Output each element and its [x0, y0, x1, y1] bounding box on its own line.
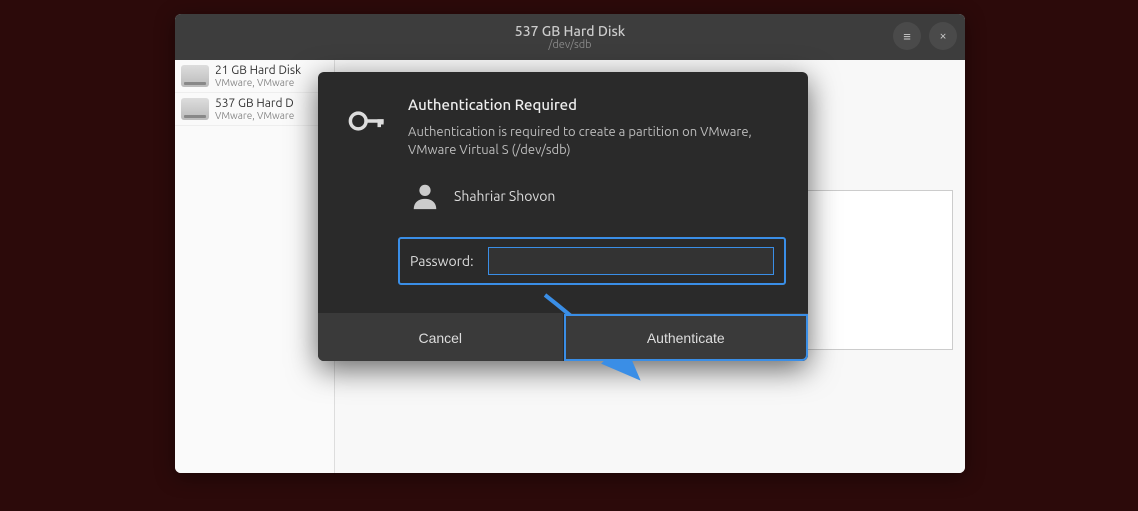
- close-icon: ×: [939, 29, 946, 43]
- dialog-title: Authentication Required: [408, 96, 780, 113]
- close-button[interactable]: ×: [929, 22, 957, 50]
- menu-button[interactable]: ≡: [893, 22, 921, 50]
- avatar-icon: [410, 181, 440, 211]
- key-icon: [346, 96, 388, 285]
- titlebar-actions: ≡ ×: [893, 22, 957, 50]
- dialog-content: Authentication Required Authentication i…: [408, 96, 780, 285]
- disk-text: 21 GB Hard Disk VMware, VMware: [215, 64, 301, 88]
- disk-list-item[interactable]: 21 GB Hard Disk VMware, VMware: [175, 60, 334, 93]
- disk-sidebar: 21 GB Hard Disk VMware, VMware 537 GB Ha…: [175, 60, 335, 473]
- disk-icon: [181, 65, 209, 87]
- password-input[interactable]: [488, 247, 774, 275]
- user-row: Shahriar Shovon: [408, 181, 780, 211]
- disk-subtitle: VMware, VMware: [215, 77, 301, 88]
- disk-subtitle: VMware, VMware: [215, 110, 294, 121]
- titlebar: 537 GB Hard Disk /dev/sdb ≡ ×: [175, 14, 965, 60]
- cancel-button[interactable]: Cancel: [318, 314, 564, 361]
- disk-list-item[interactable]: 537 GB Hard D VMware, VMware: [175, 93, 334, 126]
- dialog-body: Authentication Required Authentication i…: [318, 72, 808, 313]
- password-label: Password:: [410, 253, 474, 269]
- hamburger-icon: ≡: [903, 29, 911, 44]
- dialog-description: Authentication is required to create a p…: [408, 123, 780, 159]
- window-title: 537 GB Hard Disk: [515, 23, 625, 39]
- disk-title: 537 GB Hard D: [215, 97, 294, 110]
- password-row: Password:: [398, 237, 786, 285]
- window-subtitle: /dev/sdb: [548, 39, 591, 51]
- user-name: Shahriar Shovon: [454, 188, 555, 204]
- disk-icon: [181, 98, 209, 120]
- dialog-button-bar: Cancel Authenticate: [318, 313, 808, 361]
- authenticate-button[interactable]: Authenticate: [564, 314, 809, 361]
- authentication-dialog: Authentication Required Authentication i…: [318, 72, 808, 361]
- disk-title: 21 GB Hard Disk: [215, 64, 301, 77]
- disk-text: 537 GB Hard D VMware, VMware: [215, 97, 294, 121]
